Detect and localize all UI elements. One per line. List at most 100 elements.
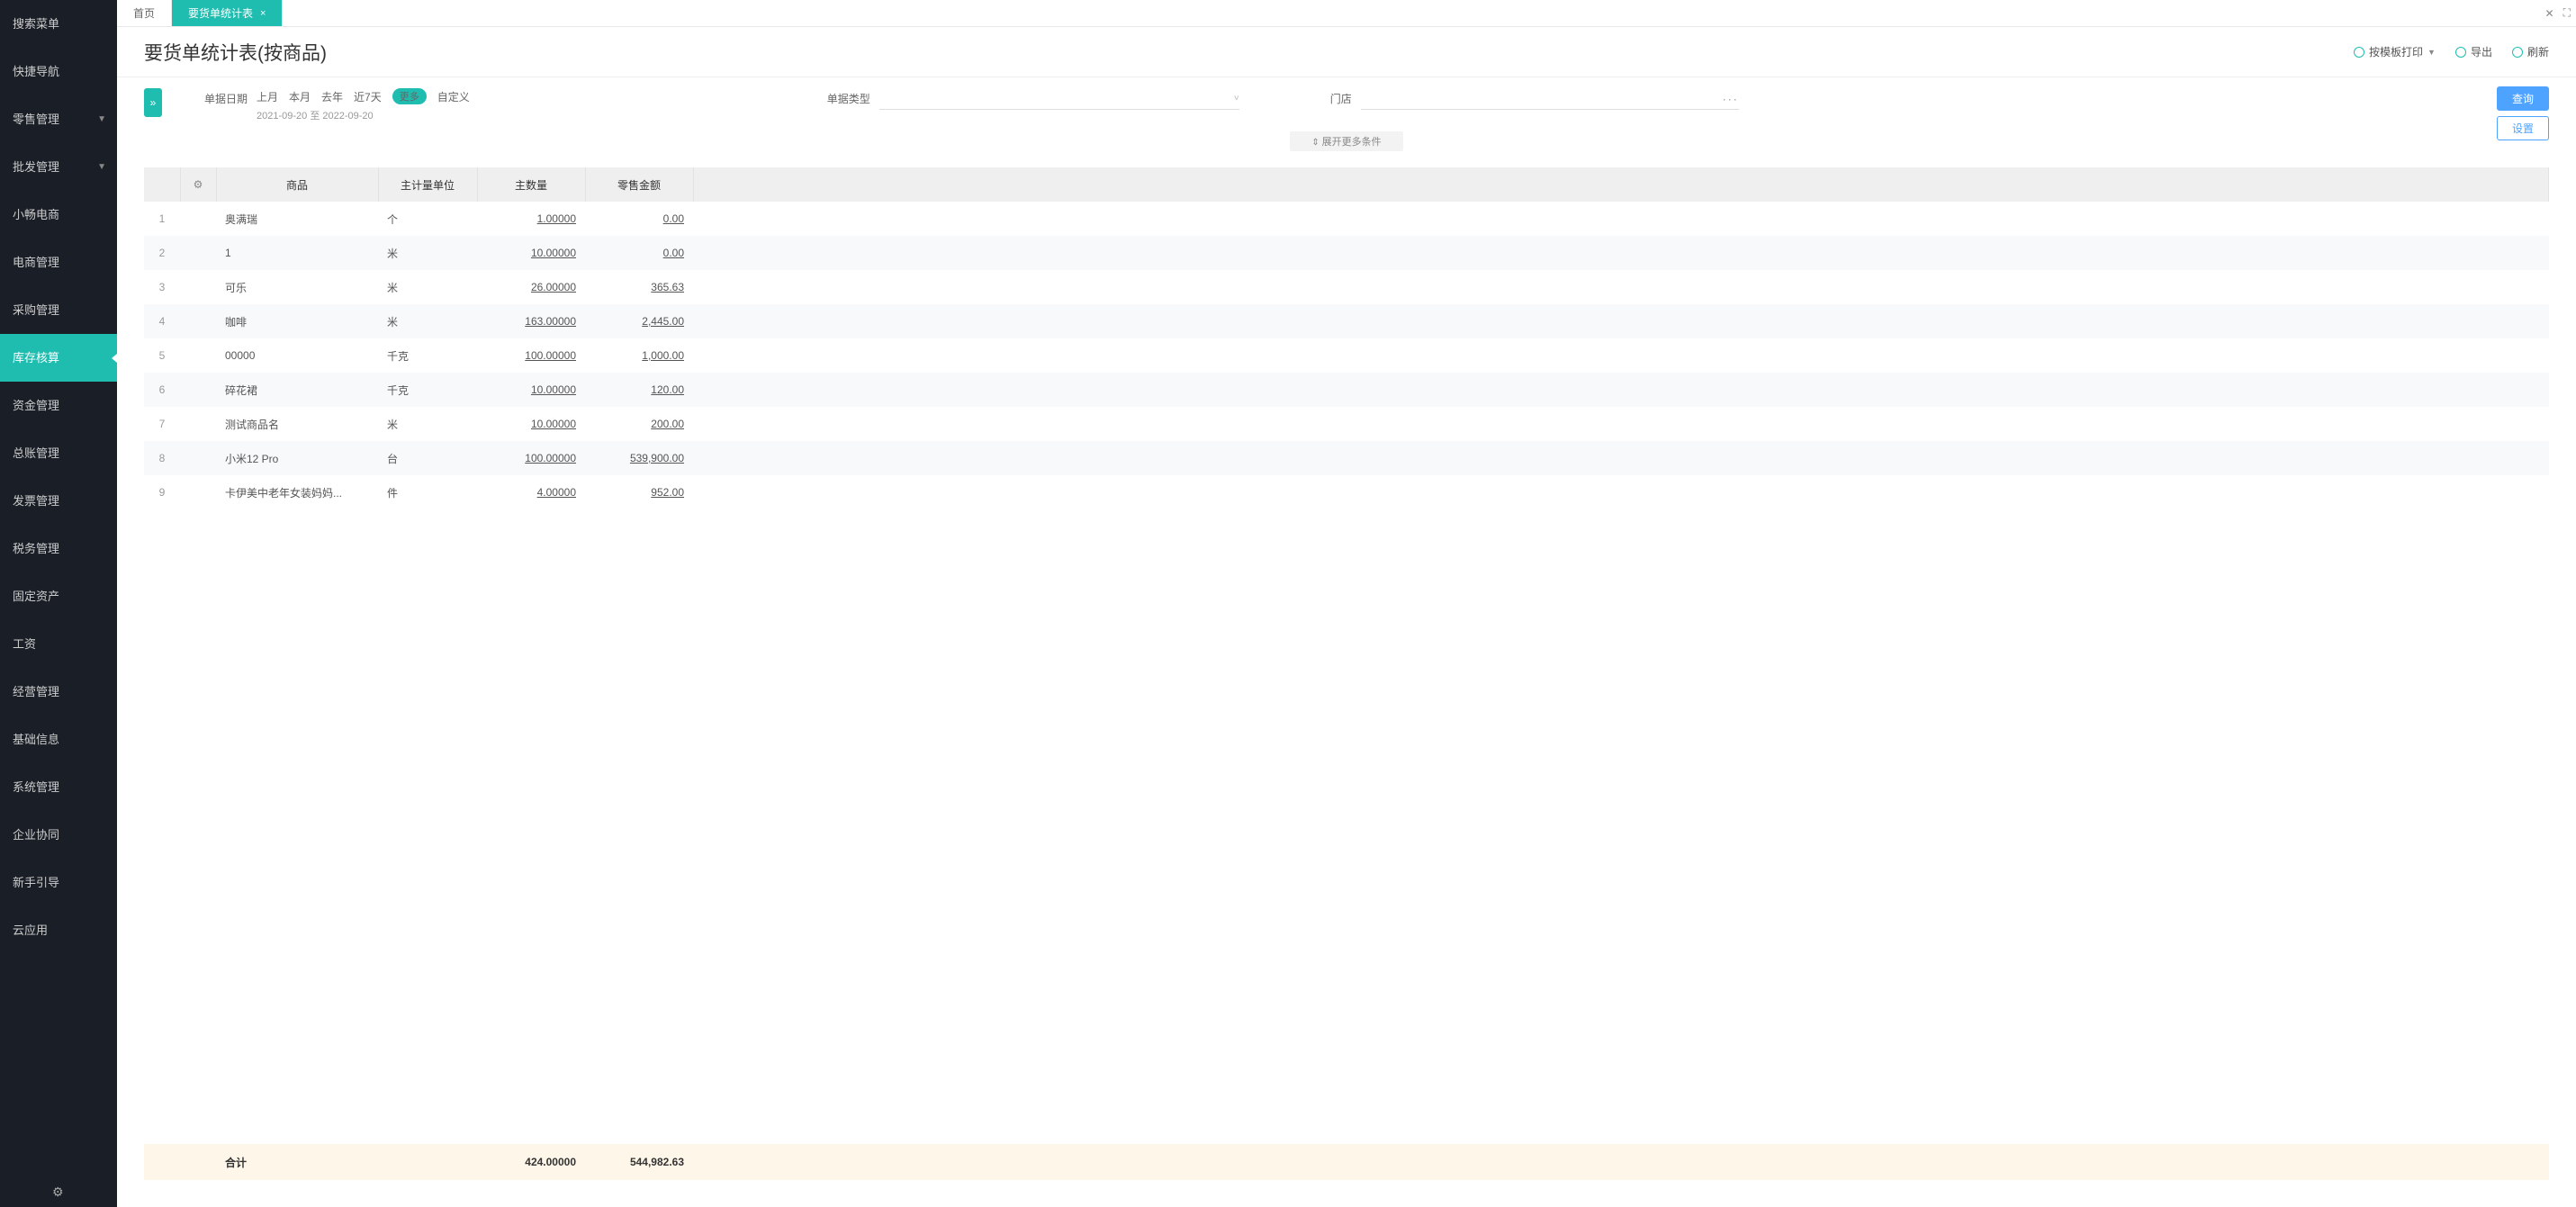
gear-header[interactable]: ⚙: [180, 167, 216, 202]
cell-amount[interactable]: 0.00: [585, 202, 693, 236]
cell-amount[interactable]: 952.00: [585, 475, 693, 509]
cell-unit: 米: [378, 407, 477, 441]
cell-unit: 台: [378, 441, 477, 475]
date-preset-3[interactable]: 近7天: [354, 89, 382, 104]
sidebar-item-14[interactable]: 经营管理: [0, 668, 117, 716]
sidebar-item-13[interactable]: 工资: [0, 620, 117, 668]
cell-qty[interactable]: 26.00000: [477, 270, 585, 304]
sidebar-item-label: 搜索菜单: [13, 0, 59, 48]
col-product: 商品: [216, 167, 378, 202]
sidebar-item-16[interactable]: 系统管理: [0, 763, 117, 811]
cell-qty[interactable]: 1.00000: [477, 202, 585, 236]
store-select[interactable]: ···: [1361, 88, 1739, 110]
sidebar-item-4[interactable]: 小畅电商: [0, 191, 117, 239]
sidebar-item-3[interactable]: 批发管理▼: [0, 143, 117, 191]
chevron-down-icon: ▼: [2427, 48, 2436, 57]
sidebar-item-label: 零售管理: [13, 95, 59, 143]
sidebar-item-19[interactable]: 云应用: [0, 906, 117, 954]
sidebar-item-label: 小畅电商: [13, 191, 59, 239]
sidebar-item-0[interactable]: 搜索菜单: [0, 0, 117, 48]
tab-bar: 首页要货单统计表× ✕ ⛶: [117, 0, 2576, 27]
refresh-icon: [2512, 47, 2523, 58]
table-row[interactable]: 6碎花裙千克10.00000120.00: [144, 373, 2549, 407]
doc-type-select[interactable]: ˅: [879, 88, 1239, 110]
sidebar-item-label: 云应用: [13, 906, 48, 954]
gear-icon: ⚙: [194, 178, 203, 191]
tab-1[interactable]: 要货单统计表×: [172, 0, 283, 26]
cell-qty[interactable]: 100.00000: [477, 338, 585, 373]
sidebar-item-8[interactable]: 资金管理: [0, 382, 117, 429]
sidebar-item-12[interactable]: 固定资产: [0, 572, 117, 620]
cell-no: 6: [144, 373, 180, 407]
cell-amount[interactable]: 2,445.00: [585, 304, 693, 338]
sidebar-item-label: 工资: [13, 620, 36, 668]
cell-amount[interactable]: 200.00: [585, 407, 693, 441]
cell-product: 测试商品名: [216, 407, 378, 441]
sidebar-item-5[interactable]: 电商管理: [0, 239, 117, 286]
refresh-action[interactable]: 刷新: [2512, 44, 2549, 59]
date-preset-1[interactable]: 本月: [289, 89, 311, 104]
cell-amount[interactable]: 539,900.00: [585, 441, 693, 475]
tab-0[interactable]: 首页: [117, 0, 172, 26]
cell-spacer: [693, 270, 2549, 304]
cell-no: 3: [144, 270, 180, 304]
cell-product: 小米12 Pro: [216, 441, 378, 475]
sidebar-item-6[interactable]: 采购管理: [0, 286, 117, 334]
date-preset-2[interactable]: 去年: [321, 89, 343, 104]
cell-qty[interactable]: 100.00000: [477, 441, 585, 475]
cell-qty[interactable]: 10.00000: [477, 373, 585, 407]
date-more-badge[interactable]: 更多: [392, 88, 427, 104]
chevron-down-icon: ˅: [1234, 94, 1239, 104]
sidebar-item-18[interactable]: 新手引导: [0, 859, 117, 906]
sidebar-settings-icon[interactable]: ⚙: [52, 1184, 64, 1200]
cell-spacer: [693, 407, 2549, 441]
sidebar-item-17[interactable]: 企业协同: [0, 811, 117, 859]
search-button[interactable]: 查询: [2497, 86, 2549, 111]
sidebar-item-7[interactable]: 库存核算: [0, 334, 117, 382]
cell-qty[interactable]: 10.00000: [477, 236, 585, 270]
filter-bar: » 单据日期 上月本月去年近7天更多自定义 2021-09-20 至 2022-…: [117, 77, 2576, 151]
sidebar-item-11[interactable]: 税务管理: [0, 525, 117, 572]
cell-spacer: [693, 475, 2549, 509]
table-row[interactable]: 8小米12 Pro台100.00000539,900.00: [144, 441, 2549, 475]
cell-amount[interactable]: 0.00: [585, 236, 693, 270]
expand-more-conditions[interactable]: 展开更多条件: [1290, 131, 1402, 151]
cell-qty[interactable]: 10.00000: [477, 407, 585, 441]
date-custom[interactable]: 自定义: [437, 89, 470, 104]
sidebar-item-label: 快捷导航: [13, 48, 59, 95]
table-row[interactable]: 4咖啡米163.000002,445.00: [144, 304, 2549, 338]
export-icon: [2455, 47, 2466, 58]
cell-amount[interactable]: 120.00: [585, 373, 693, 407]
cell-unit: 千克: [378, 338, 477, 373]
date-preset-0[interactable]: 上月: [257, 89, 278, 104]
table-row[interactable]: 3可乐米26.00000365.63: [144, 270, 2549, 304]
table-row[interactable]: 9卡伊美中老年女装妈妈...件4.00000952.00: [144, 475, 2549, 509]
sidebar-item-label: 库存核算: [13, 334, 59, 382]
page-header: 要货单统计表(按商品) 按模板打印 ▼ 导出 刷新: [117, 27, 2576, 77]
setting-button[interactable]: 设置: [2497, 116, 2549, 140]
collapse-handle[interactable]: »: [144, 88, 162, 117]
print-action[interactable]: 按模板打印 ▼: [2354, 44, 2436, 59]
sidebar-item-9[interactable]: 总账管理: [0, 429, 117, 477]
sidebar-item-1[interactable]: 快捷导航: [0, 48, 117, 95]
cell-amount[interactable]: 1,000.00: [585, 338, 693, 373]
table-row[interactable]: 1奥满瑞个1.000000.00: [144, 202, 2549, 236]
table-row[interactable]: 7测试商品名米10.00000200.00: [144, 407, 2549, 441]
cell-qty[interactable]: 163.00000: [477, 304, 585, 338]
table-row[interactable]: 21米10.000000.00: [144, 236, 2549, 270]
date-range: 2021-09-20 至 2022-09-20: [257, 108, 470, 122]
export-action[interactable]: 导出: [2455, 44, 2492, 59]
close-icon[interactable]: ×: [260, 8, 266, 19]
tab-expand-icon[interactable]: ⛶: [2563, 6, 2571, 20]
cell-amount[interactable]: 365.63: [585, 270, 693, 304]
ellipsis-icon: ···: [1723, 93, 1739, 105]
cell-qty[interactable]: 4.00000: [477, 475, 585, 509]
tab-close-icon[interactable]: ✕: [2545, 7, 2554, 20]
sidebar-item-10[interactable]: 发票管理: [0, 477, 117, 525]
sidebar-item-15[interactable]: 基础信息: [0, 716, 117, 763]
sidebar-item-2[interactable]: 零售管理 ▼: [0, 95, 117, 143]
chevron-down-icon: ▼: [97, 95, 106, 143]
table-row[interactable]: 500000千克100.000001,000.00: [144, 338, 2549, 373]
cell-product: 卡伊美中老年女装妈妈...: [216, 475, 378, 509]
cell-product: 咖啡: [216, 304, 378, 338]
